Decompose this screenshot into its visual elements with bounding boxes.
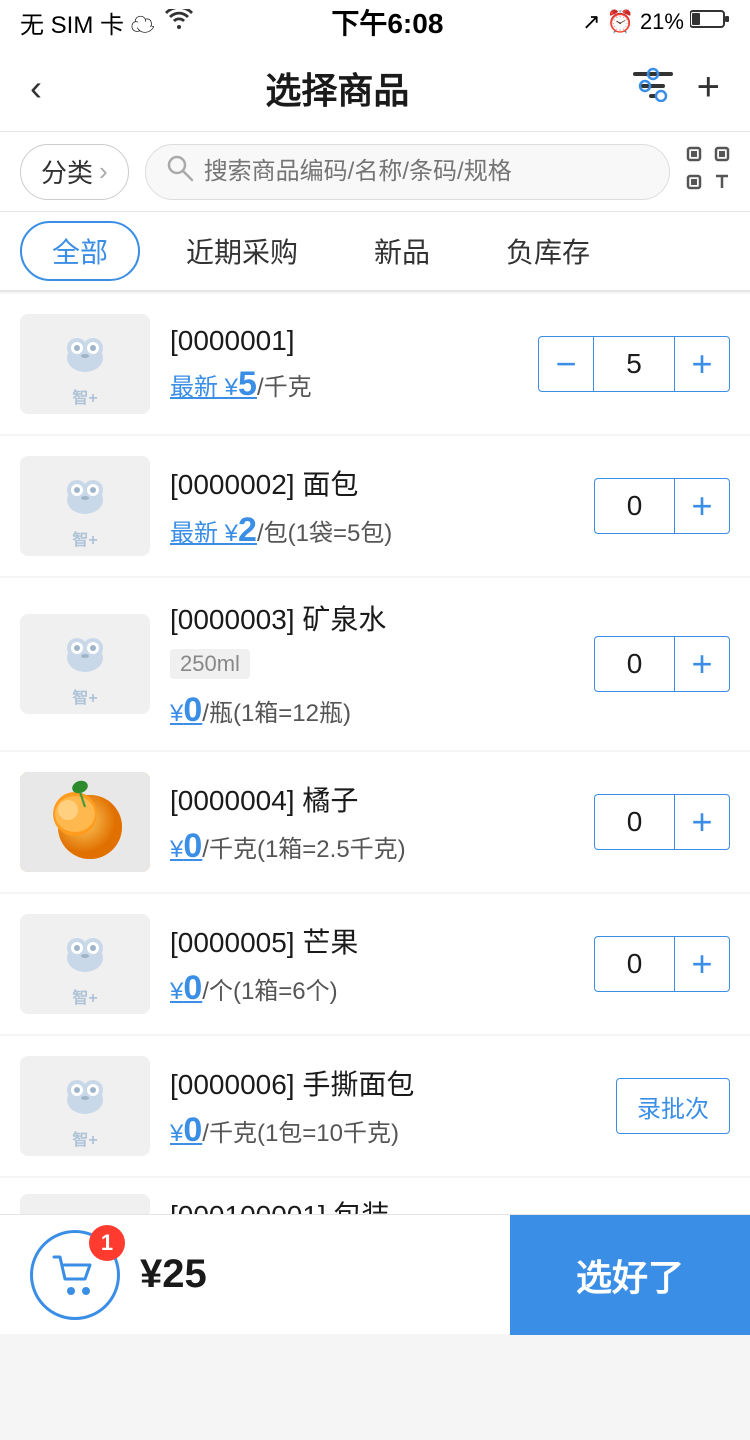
- filter-row: 分类 ›: [0, 132, 750, 212]
- increase-qty-button[interactable]: +: [674, 336, 730, 392]
- product-info: [0000001] 最新 ¥5/千克: [170, 325, 528, 404]
- product-info: [0000006] 手撕面包 ¥0/千克(1包=10千克): [170, 1063, 606, 1150]
- category-button[interactable]: 分类 ›: [20, 144, 129, 200]
- increase-qty-button[interactable]: +: [674, 478, 730, 534]
- qty-display: 0: [594, 636, 674, 692]
- product-info: [0000004] 橘子 ¥0/千克(1箱=2.5千克): [170, 779, 584, 866]
- qty-display: 0: [594, 936, 674, 992]
- chevron-right-icon: ›: [99, 156, 108, 187]
- cart-badge: 1: [89, 1225, 125, 1261]
- product-qty: 0 +: [594, 636, 730, 692]
- battery-icon: [690, 9, 730, 35]
- sim-status: 无 SIM 卡 ☁: [20, 5, 155, 40]
- product-price: 最新 ¥5/千克: [170, 365, 528, 404]
- search-input[interactable]: [204, 158, 649, 186]
- increase-qty-button[interactable]: +: [674, 936, 730, 992]
- qty-input[interactable]: [594, 336, 674, 392]
- product-info: [0000002] 面包 最新 ¥2/包(1袋=5包): [170, 463, 584, 550]
- product-qty: 0 +: [594, 936, 730, 992]
- status-right: ↗ ⏰ 21%: [582, 9, 730, 35]
- list-item: 智+ [0000003] 矿泉水 250ml ¥0/瓶(1箱=12瓶) 0 +: [0, 578, 750, 750]
- tab-negative-stock[interactable]: 负库存: [476, 221, 620, 281]
- product-price: ¥0/瓶(1箱=12瓶): [170, 691, 584, 730]
- tab-new[interactable]: 新品: [344, 221, 460, 281]
- product-qty: 录批次: [616, 1078, 730, 1134]
- decrease-qty-button[interactable]: −: [538, 336, 594, 392]
- product-image: 智+: [20, 614, 150, 714]
- qty-display: 0: [594, 478, 674, 534]
- nav-left: ‹: [30, 67, 42, 109]
- product-image: 智+: [20, 314, 150, 414]
- product-name: [0000003] 矿泉水: [170, 598, 584, 638]
- list-item: 智+ [0000001] 最新 ¥5/千克 − +: [0, 294, 750, 434]
- cart-total-price: ¥25: [140, 1252, 207, 1297]
- increase-qty-button[interactable]: +: [674, 636, 730, 692]
- product-qty: 0 +: [594, 794, 730, 850]
- status-bar: 无 SIM 卡 ☁ 下午6:08 ↗ ⏰ 21%: [0, 0, 750, 44]
- product-name: [0000005] 芒果: [170, 921, 584, 961]
- product-price: ¥0/千克(1包=10千克): [170, 1111, 606, 1150]
- increase-qty-button[interactable]: +: [674, 794, 730, 850]
- back-button[interactable]: ‹: [30, 67, 42, 109]
- product-price: ¥0/千克(1箱=2.5千克): [170, 827, 584, 866]
- category-label: 分类: [41, 153, 93, 190]
- wifi-icon: [165, 8, 193, 36]
- filter-icon[interactable]: [633, 66, 673, 109]
- product-spec: 250ml: [170, 649, 250, 679]
- qty-display: 0: [594, 794, 674, 850]
- batch-record-button[interactable]: 录批次: [616, 1078, 730, 1134]
- add-button[interactable]: +: [697, 65, 720, 110]
- product-image: 智+: [20, 456, 150, 556]
- product-name: [0000001]: [170, 325, 528, 357]
- search-box[interactable]: [145, 144, 670, 200]
- product-image: [20, 772, 150, 872]
- list-item: 智+ [0000006] 手撕面包 ¥0/千克(1包=10千克) 录批次: [0, 1036, 750, 1176]
- list-item: [0000004] 橘子 ¥0/千克(1箱=2.5千克) 0 +: [0, 752, 750, 892]
- tab-recent-purchase[interactable]: 近期采购: [156, 221, 328, 281]
- product-price: 最新 ¥2/包(1袋=5包): [170, 511, 584, 550]
- status-time: 下午6:08: [331, 2, 443, 42]
- cart-area: 1 ¥25: [0, 1230, 510, 1320]
- location-icon: ↗: [582, 9, 600, 35]
- confirm-button[interactable]: 选好了: [510, 1215, 750, 1335]
- search-icon: [166, 154, 194, 189]
- nav-right: +: [633, 65, 720, 110]
- product-info: [0000005] 芒果 ¥0/个(1箱=6个): [170, 921, 584, 1008]
- tab-all[interactable]: 全部: [20, 221, 140, 281]
- product-price: ¥0/个(1箱=6个): [170, 969, 584, 1008]
- scan-icon[interactable]: [686, 146, 730, 197]
- battery-level: 21%: [640, 9, 684, 35]
- product-qty: − +: [538, 336, 730, 392]
- alarm-icon: ⏰: [607, 9, 634, 35]
- product-image: 智+: [20, 914, 150, 1014]
- page-title: 选择商品: [265, 62, 409, 114]
- product-name: [0000006] 手撕面包: [170, 1063, 606, 1103]
- tab-row: 全部 近期采购 新品 负库存: [0, 212, 750, 292]
- status-left: 无 SIM 卡 ☁: [20, 5, 193, 40]
- list-item: 智+ [0000005] 芒果 ¥0/个(1箱=6个) 0 +: [0, 894, 750, 1034]
- nav-bar: ‹ 选择商品 +: [0, 44, 750, 132]
- product-name: [0000004] 橘子: [170, 779, 584, 819]
- cart-icon-button[interactable]: 1: [30, 1230, 120, 1320]
- product-qty: 0 +: [594, 478, 730, 534]
- product-name: [0000002] 面包: [170, 463, 584, 503]
- list-item: 智+ [0000002] 面包 最新 ¥2/包(1袋=5包) 0 +: [0, 436, 750, 576]
- bottom-bar: 1 ¥25 选好了: [0, 1214, 750, 1334]
- product-image: 智+: [20, 1056, 150, 1156]
- product-info: [0000003] 矿泉水 250ml ¥0/瓶(1箱=12瓶): [170, 598, 584, 730]
